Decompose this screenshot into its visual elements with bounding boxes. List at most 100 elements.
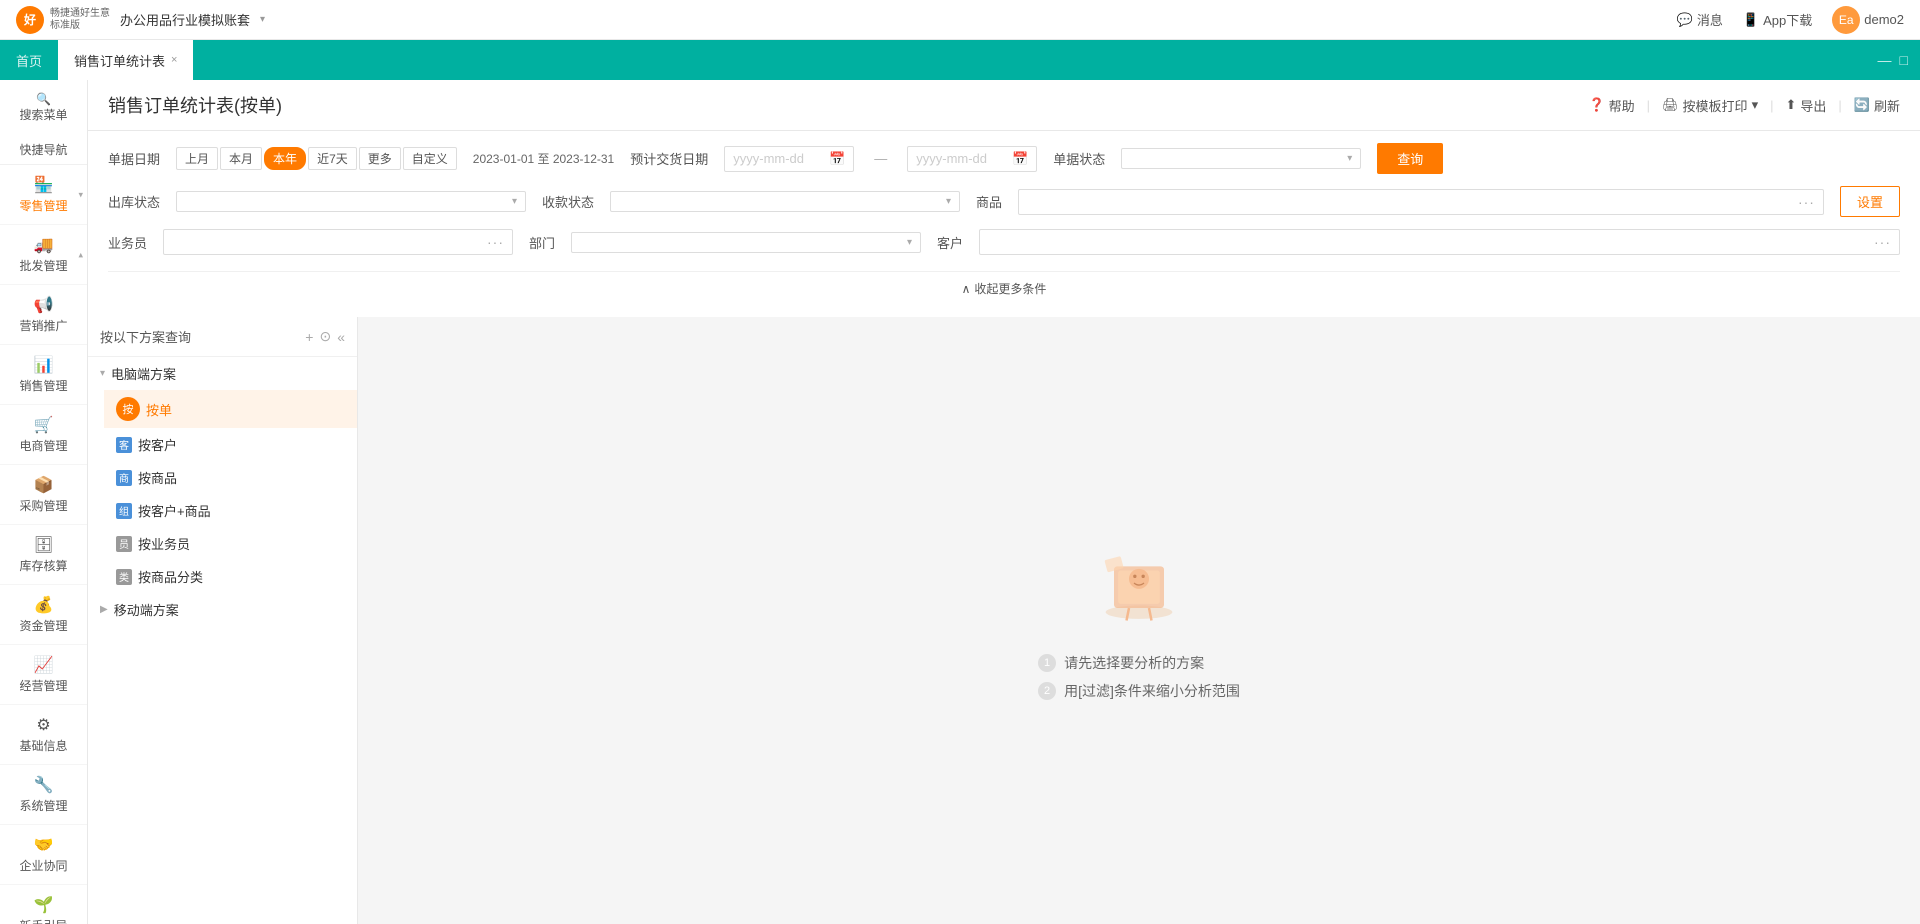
scheme-by-customer-icon: 客: [116, 437, 132, 453]
active-tab-label: 销售订单统计表: [74, 51, 165, 70]
this-year-btn[interactable]: 本年: [264, 147, 306, 170]
mobile-section-label: 移动端方案: [114, 600, 179, 619]
scheme-by-salesperson-icon: 员: [116, 536, 132, 552]
logo-area: 好 畅捷通好生意 标准版: [16, 6, 110, 34]
collapse-label: 收起更多条件: [974, 280, 1046, 297]
more-btn[interactable]: 更多: [359, 147, 401, 170]
scheme-by-goods[interactable]: 商 按商品: [104, 461, 357, 494]
scheme-by-salesperson[interactable]: 员 按业务员: [104, 527, 357, 560]
goods-dots-icon[interactable]: ···: [1798, 194, 1815, 210]
close-tab-icon[interactable]: ×: [171, 54, 177, 66]
page-actions: ❓ 帮助 | 🖨 按模板打印 ▾ | ⬆ 导出 |: [1588, 96, 1900, 115]
scheme-by-category[interactable]: 类 按商品分类: [104, 560, 357, 593]
salesperson-dots-icon[interactable]: ···: [487, 234, 504, 250]
divider-3: |: [1838, 98, 1841, 113]
payment-status-select[interactable]: ▾: [610, 191, 960, 212]
sidebar-item-operations[interactable]: 📈 经营管理: [0, 645, 87, 705]
refresh-label: 刷新: [1874, 96, 1900, 115]
customer-dots-icon[interactable]: ···: [1874, 234, 1891, 250]
page-title: 销售订单统计表(按单): [108, 92, 282, 118]
goods-select[interactable]: ···: [1018, 189, 1824, 215]
user-menu[interactable]: Ea demo2: [1832, 6, 1904, 34]
scheme-by-category-icon: 类: [116, 569, 132, 585]
wholesale-icon: 🚚: [34, 235, 54, 255]
sidebar-item-enterprise[interactable]: 🤝 企业协同: [0, 825, 87, 885]
sidebar-item-system[interactable]: 🔧 系统管理: [0, 765, 87, 825]
sidebar-item-sales[interactable]: 📊 销售管理: [0, 345, 87, 405]
mobile-expand-icon[interactable]: ▶: [100, 604, 108, 615]
delivery-date-end-input[interactable]: yyyy-mm-dd 📅: [907, 146, 1037, 172]
sidebar-item-purchase[interactable]: 📦 采购管理: [0, 465, 87, 525]
sidebar-item-wholesale[interactable]: 🚚 批发管理 ▴: [0, 225, 87, 285]
print-button[interactable]: 🖨 按模板打印 ▾: [1662, 96, 1758, 115]
system-icon: 🔧: [34, 775, 54, 795]
collapse-scheme-icon[interactable]: «: [337, 329, 345, 345]
this-month-btn[interactable]: 本月: [220, 147, 262, 170]
sidebar-item-marketing[interactable]: 📢 营销推广: [0, 285, 87, 345]
export-label: 导出: [1800, 96, 1826, 115]
app-download-button[interactable]: 📱 App下载: [1743, 10, 1812, 29]
home-tab[interactable]: 首页: [0, 40, 58, 80]
minimize-icon[interactable]: —: [1878, 52, 1892, 68]
message-button[interactable]: 💬 消息: [1677, 10, 1723, 29]
calendar-start-icon[interactable]: 📅: [829, 151, 845, 167]
step-1-num: 1: [1038, 654, 1056, 672]
query-button[interactable]: 查询: [1377, 143, 1443, 174]
retail-expand-icon: ▾: [78, 189, 83, 200]
sidebar-item-inventory[interactable]: 🗄 库存核算: [0, 525, 87, 585]
date-end-text: yyyy-mm-dd: [916, 151, 987, 166]
custom-btn[interactable]: 自定义: [403, 147, 457, 170]
collapse-icon: ∧: [962, 282, 971, 296]
search-menu-btn[interactable]: 🔍 搜索菜单: [0, 80, 87, 135]
tree-expand-icon[interactable]: ▾: [100, 368, 105, 379]
goods-label: 商品: [976, 192, 1002, 211]
sidebar-item-guide[interactable]: 🌱 新手引导: [0, 885, 87, 924]
export-button[interactable]: ⬆ 导出: [1785, 96, 1826, 115]
customer-select[interactable]: ···: [979, 229, 1900, 255]
settings-button[interactable]: 设置: [1840, 186, 1900, 217]
top-bar-left: 好 畅捷通好生意 标准版 办公用品行业模拟账套 ▾: [16, 6, 265, 34]
scheme-by-order-icon: 按: [116, 397, 140, 421]
main-layout: 🔍 搜索菜单 快捷导航 🏪 零售管理 ▾ 🚚 批发管理 ▴ 📢 营销推广 📊 销…: [0, 80, 1920, 924]
department-select[interactable]: ▾: [571, 232, 921, 253]
sidebar-item-basic[interactable]: ⚙ 基础信息: [0, 705, 87, 765]
step-2-num: 2: [1038, 682, 1056, 700]
left-panel-header: 按以下方案查询 + ⊙ «: [88, 317, 357, 357]
search-menu-label[interactable]: 🔍 搜索菜单: [8, 88, 79, 127]
status-select[interactable]: ▾: [1121, 148, 1361, 169]
sidebar-item-marketing-label: 营销推广: [19, 317, 67, 334]
sidebar-item-ecommerce[interactable]: 🛒 电商管理: [0, 405, 87, 465]
maximize-icon[interactable]: □: [1900, 52, 1908, 68]
sidebar-item-retail[interactable]: 🏪 零售管理 ▾: [0, 165, 87, 225]
quick-nav-item[interactable]: 快捷导航: [0, 135, 87, 165]
active-tab[interactable]: 销售订单统计表 ×: [58, 40, 193, 80]
filter-row-2: 出库状态 ▾ 收款状态 ▾ 商品 ···: [108, 186, 1900, 217]
help-button[interactable]: ❓ 帮助: [1588, 96, 1634, 115]
sidebar-item-basic-label: 基础信息: [19, 737, 67, 754]
settings-scheme-icon[interactable]: ⊙: [319, 328, 331, 345]
sidebar-item-ecommerce-label: 电商管理: [19, 437, 67, 454]
scheme-by-order[interactable]: 按 按单: [104, 390, 357, 428]
delivery-date-label: 预计交货日期: [630, 149, 708, 168]
print-dropdown-icon[interactable]: ▾: [1752, 97, 1759, 113]
salesperson-select[interactable]: ···: [163, 229, 513, 255]
collapse-btn[interactable]: ∧ 收起更多条件: [962, 280, 1047, 297]
scheme-by-customer-goods[interactable]: 组 按客户+商品: [104, 494, 357, 527]
last-month-btn[interactable]: 上月: [176, 147, 218, 170]
top-bar-right: 💬 消息 📱 App下载 Ea demo2: [1677, 6, 1904, 34]
sidebar-item-finance[interactable]: 💰 资金管理: [0, 585, 87, 645]
department-arrow-icon: ▾: [907, 237, 912, 248]
refresh-button[interactable]: 🔄 刷新: [1854, 96, 1900, 115]
delivery-status-select[interactable]: ▾: [176, 191, 526, 212]
add-scheme-icon[interactable]: +: [305, 329, 313, 345]
right-main: 1 请先选择要分析的方案 2 用[过滤]条件来缩小分析范围: [358, 317, 1920, 924]
sidebar-item-retail-label: 零售管理: [19, 197, 67, 214]
sidebar: 🔍 搜索菜单 快捷导航 🏪 零售管理 ▾ 🚚 批发管理 ▴ 📢 营销推广 📊 销…: [0, 80, 88, 924]
delivery-date-start-input[interactable]: yyyy-mm-dd 📅: [724, 146, 854, 172]
sidebar-item-wholesale-label: 批发管理: [19, 257, 67, 274]
dropdown-arrow-icon[interactable]: ▾: [260, 14, 265, 25]
nav-tabs: 首页 销售订单统计表 × — □: [0, 40, 1920, 80]
calendar-end-icon[interactable]: 📅: [1012, 151, 1028, 167]
last7-btn[interactable]: 近7天: [308, 147, 357, 170]
scheme-by-customer[interactable]: 客 按客户: [104, 428, 357, 461]
